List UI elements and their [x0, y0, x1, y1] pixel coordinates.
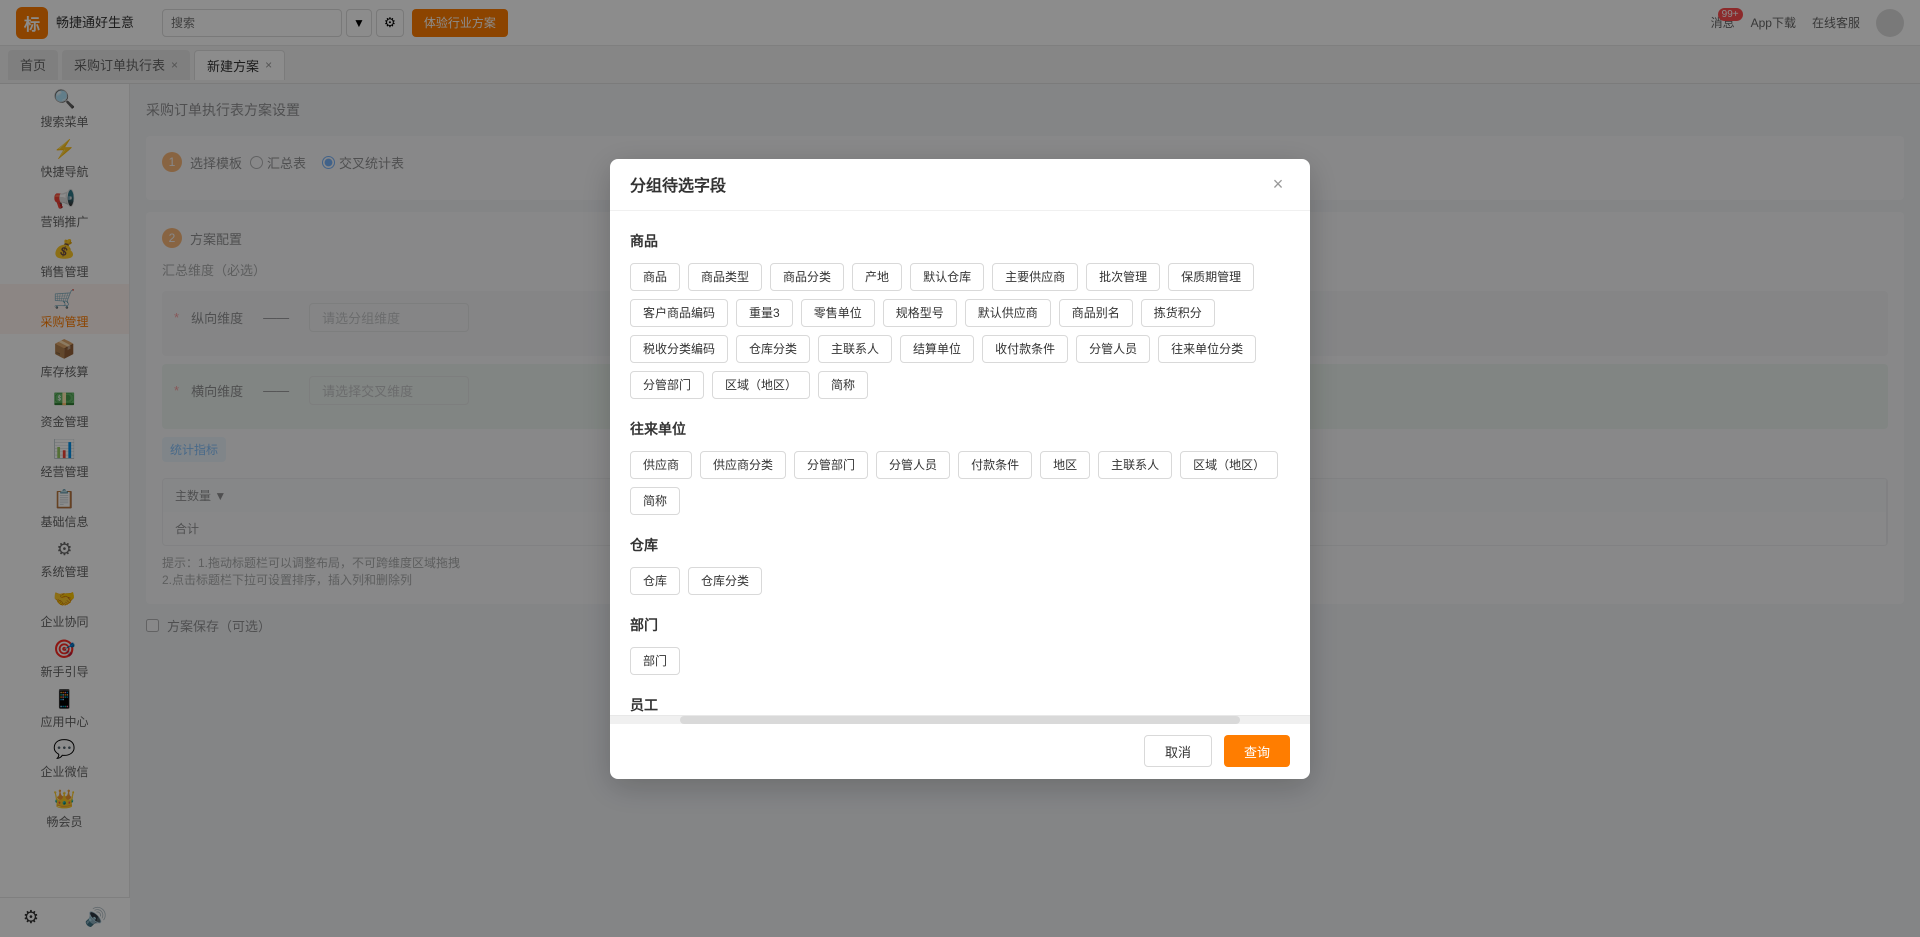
modal-footer: 取消 查询	[610, 723, 1310, 779]
field-default-warehouse[interactable]: 默认仓库	[910, 263, 984, 291]
modal-header: 分组待选字段 ×	[610, 159, 1310, 211]
field-origin[interactable]: 产地	[852, 263, 902, 291]
field-weight3[interactable]: 重量3	[736, 299, 793, 327]
section-department-grid: 部门	[630, 647, 1290, 675]
section-goods-grid: 商品 商品类型 商品分类 产地 默认仓库 主要供应商 批次管理 保质期管理 客户…	[630, 263, 1290, 399]
field-supplier-category[interactable]: 供应商分类	[700, 451, 786, 479]
field-settlement-unit[interactable]: 结算单位	[900, 335, 974, 363]
section-employee: 员工 业务员	[630, 695, 1290, 715]
section-goods-title: 商品	[630, 231, 1290, 251]
field-main-contact-partner[interactable]: 主联系人	[1098, 451, 1172, 479]
field-retail-unit[interactable]: 零售单位	[801, 299, 875, 327]
section-warehouse-title: 仓库	[630, 535, 1290, 555]
field-goods-type[interactable]: 商品类型	[688, 263, 762, 291]
modal-close-btn[interactable]: ×	[1266, 172, 1290, 196]
field-region-partner[interactable]: 区域（地区）	[1180, 451, 1278, 479]
field-dept-mgmt[interactable]: 分管部门	[794, 451, 868, 479]
field-main-supplier[interactable]: 主要供应商	[992, 263, 1078, 291]
field-short-name-partner[interactable]: 简称	[630, 487, 680, 515]
section-warehouse-grid: 仓库 仓库分类	[630, 567, 1290, 595]
field-spec-model[interactable]: 规格型号	[883, 299, 957, 327]
field-warehouse[interactable]: 仓库	[630, 567, 680, 595]
confirm-button[interactable]: 查询	[1224, 735, 1290, 767]
field-dept-supervisor[interactable]: 分管部门	[630, 371, 704, 399]
cancel-button[interactable]: 取消	[1144, 735, 1212, 767]
field-payment-condition[interactable]: 付款条件	[958, 451, 1032, 479]
field-area[interactable]: 地区	[1040, 451, 1090, 479]
field-customer-code[interactable]: 客户商品编码	[630, 299, 728, 327]
section-department-title: 部门	[630, 615, 1290, 635]
field-warehouse-class[interactable]: 仓库分类	[688, 567, 762, 595]
horizontal-scrollbar[interactable]	[610, 715, 1310, 723]
field-batch-mgmt[interactable]: 批次管理	[1086, 263, 1160, 291]
field-region-goods[interactable]: 区域（地区）	[712, 371, 810, 399]
section-partner-grid: 供应商 供应商分类 分管部门 分管人员 付款条件 地区 主联系人 区域（地区） …	[630, 451, 1290, 515]
field-goods-category[interactable]: 商品分类	[770, 263, 844, 291]
modal-title: 分组待选字段	[630, 172, 726, 196]
field-main-contact[interactable]: 主联系人	[818, 335, 892, 363]
field-tax-code[interactable]: 税收分类编码	[630, 335, 728, 363]
field-payment-terms[interactable]: 收付款条件	[982, 335, 1068, 363]
field-supervisor[interactable]: 分管人员	[1076, 335, 1150, 363]
field-partner-category[interactable]: 往来单位分类	[1158, 335, 1256, 363]
field-shelf-life[interactable]: 保质期管理	[1168, 263, 1254, 291]
field-pick-points[interactable]: 拣货积分	[1141, 299, 1215, 327]
section-employee-title: 员工	[630, 695, 1290, 715]
field-select-modal: 分组待选字段 × 商品 商品 商品类型 商品分类 产地 默认仓库 主要供应商 批…	[610, 159, 1310, 779]
field-goods[interactable]: 商品	[630, 263, 680, 291]
field-warehouse-category[interactable]: 仓库分类	[736, 335, 810, 363]
field-goods-alias[interactable]: 商品别名	[1059, 299, 1133, 327]
field-default-supplier[interactable]: 默认供应商	[965, 299, 1051, 327]
section-warehouse: 仓库 仓库 仓库分类	[630, 535, 1290, 595]
field-department[interactable]: 部门	[630, 647, 680, 675]
section-partner: 往来单位 供应商 供应商分类 分管部门 分管人员 付款条件 地区 主联系人 区域…	[630, 419, 1290, 515]
modal-body: 商品 商品 商品类型 商品分类 产地 默认仓库 主要供应商 批次管理 保质期管理…	[610, 211, 1310, 715]
section-department: 部门 部门	[630, 615, 1290, 675]
section-goods: 商品 商品 商品类型 商品分类 产地 默认仓库 主要供应商 批次管理 保质期管理…	[630, 231, 1290, 399]
field-person-mgmt[interactable]: 分管人员	[876, 451, 950, 479]
field-supplier[interactable]: 供应商	[630, 451, 692, 479]
section-partner-title: 往来单位	[630, 419, 1290, 439]
field-short-name-goods[interactable]: 简称	[818, 371, 868, 399]
horizontal-scroll-thumb	[680, 716, 1240, 724]
